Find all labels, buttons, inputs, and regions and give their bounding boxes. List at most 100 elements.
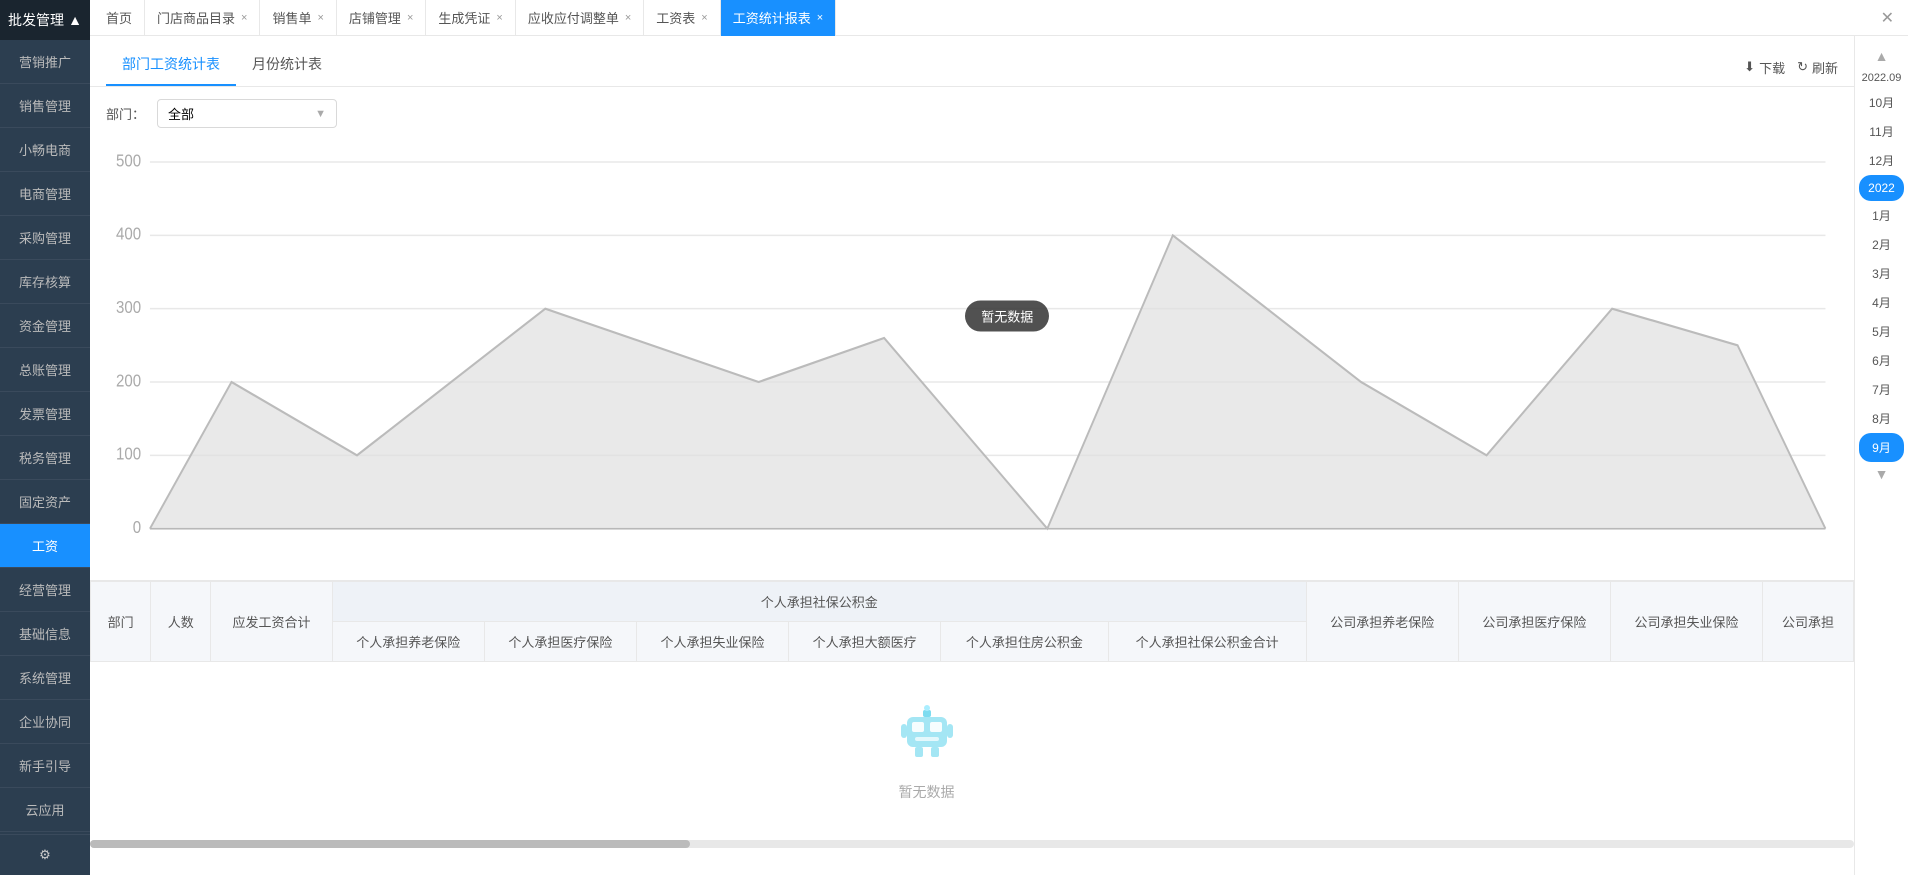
tab-close-icon[interactable]: × bbox=[701, 12, 707, 24]
col-group-personal: 个人承担社保公积金 bbox=[332, 582, 1306, 622]
tab-close-icon[interactable]: × bbox=[496, 12, 502, 24]
calendar-down-button[interactable]: ▼ bbox=[1871, 462, 1893, 486]
sidebar-item-小畅电商[interactable]: 小畅电商 bbox=[0, 128, 90, 172]
calendar-month-2月[interactable]: 2月 bbox=[1855, 230, 1908, 259]
main-area: 首页门店商品目录×销售单×店铺管理×生成凭证×应收应付调整单×工资表×工资统计报… bbox=[90, 0, 1908, 875]
sidebar: 批发管理 ▲ 营销推广销售管理小畅电商电商管理采购管理库存核算资金管理总账管理发… bbox=[0, 0, 90, 875]
wage-chart: 500 400 300 200 100 0 bbox=[106, 140, 1838, 580]
tab-生成凭证[interactable]: 生成凭证× bbox=[426, 0, 515, 36]
toolbar-actions: ⬇ 下载 ↻ 刷新 bbox=[1744, 58, 1838, 77]
settings-icon: ⚙ bbox=[39, 847, 51, 862]
svg-text:500: 500 bbox=[116, 151, 141, 170]
refresh-button[interactable]: ↻ 刷新 bbox=[1797, 58, 1838, 77]
sidebar-item-销售管理[interactable]: 销售管理 bbox=[0, 84, 90, 128]
col-company-other: 公司承担 bbox=[1763, 582, 1854, 662]
sub-tab-部门工资统计表[interactable]: 部门工资统计表 bbox=[106, 48, 236, 86]
empty-state: 暂无数据 bbox=[91, 662, 1763, 832]
chart-area: 500 400 300 200 100 0 bbox=[90, 140, 1854, 580]
sidebar-item-发票管理[interactable]: 发票管理 bbox=[0, 392, 90, 436]
tab-销售单[interactable]: 销售单× bbox=[260, 0, 336, 36]
close-all-tabs-button[interactable]: ✕ bbox=[1871, 8, 1904, 28]
sidebar-item-电商管理[interactable]: 电商管理 bbox=[0, 172, 90, 216]
sidebar-collapse-icon[interactable]: ▲ bbox=[68, 12, 82, 28]
tab-工资统计报表[interactable]: 工资统计报表× bbox=[721, 0, 836, 36]
filter-row: 部门： 全部 ▼ bbox=[90, 87, 1854, 140]
tab-应收应付调整单[interactable]: 应收应付调整单× bbox=[516, 0, 644, 36]
filter-dept-label: 部门： bbox=[106, 104, 145, 123]
tab-首页[interactable]: 首页 bbox=[94, 0, 145, 36]
calendar-month-10月[interactable]: 10月 bbox=[1855, 88, 1908, 117]
col-company-pension: 公司承担养老保险 bbox=[1306, 582, 1458, 662]
calendar-month-1月[interactable]: 1月 bbox=[1855, 201, 1908, 230]
tab-bar: 首页门店商品目录×销售单×店铺管理×生成凭证×应收应付调整单×工资表×工资统计报… bbox=[90, 0, 1908, 36]
sidebar-item-企业协同[interactable]: 企业协同 bbox=[0, 700, 90, 744]
col-personal-medical: 个人承担医疗保险 bbox=[484, 622, 636, 662]
download-label: 下载 bbox=[1759, 58, 1785, 77]
calendar-month-4月[interactable]: 4月 bbox=[1855, 288, 1908, 317]
calendar-month-7月[interactable]: 7月 bbox=[1855, 375, 1908, 404]
svg-text:0: 0 bbox=[133, 518, 141, 537]
tab-店铺管理[interactable]: 店铺管理× bbox=[337, 0, 426, 36]
col-count: 人数 bbox=[151, 582, 211, 662]
calendar-up-button[interactable]: ▲ bbox=[1871, 44, 1893, 68]
col-personal-unemployment: 个人承担失业保险 bbox=[636, 622, 788, 662]
svg-text:400: 400 bbox=[116, 225, 141, 244]
tab-close-icon[interactable]: × bbox=[407, 12, 413, 24]
wage-table: 部门 人数 应发工资合计 个人承担社保公积金 公司承担养老保险 公司承担医疗保险… bbox=[90, 581, 1854, 832]
sidebar-item-总账管理[interactable]: 总账管理 bbox=[0, 348, 90, 392]
col-personal-housing-fund: 个人承担住房公积金 bbox=[941, 622, 1108, 662]
calendar-month-5月[interactable]: 5月 bbox=[1855, 317, 1908, 346]
sub-tabs: 部门工资统计表月份统计表 ⬇ 下载 ↻ 刷新 bbox=[90, 36, 1854, 87]
sidebar-footer-settings[interactable]: ⚙ bbox=[0, 834, 90, 875]
tab-close-icon[interactable]: × bbox=[625, 12, 631, 24]
calendar-month-6月[interactable]: 6月 bbox=[1855, 346, 1908, 375]
calendar-panel: ▲ 2022.09 10月11月12月20221月2月3月4月5月6月7月8月9… bbox=[1854, 36, 1908, 875]
sidebar-item-固定资产[interactable]: 固定资产 bbox=[0, 480, 90, 524]
col-dept: 部门 bbox=[91, 582, 151, 662]
tab-close-icon[interactable]: × bbox=[817, 12, 823, 24]
download-icon: ⬇ bbox=[1744, 59, 1755, 75]
dept-select-value: 全部 bbox=[168, 104, 194, 123]
page-content: 部门工资统计表月份统计表 ⬇ 下载 ↻ 刷新 部门： 全部 ▼ bbox=[90, 36, 1854, 875]
dept-select[interactable]: 全部 ▼ bbox=[157, 99, 337, 128]
col-personal-major-medical: 个人承担大额医疗 bbox=[789, 622, 941, 662]
col-company-medical: 公司承担医疗保险 bbox=[1458, 582, 1610, 662]
sidebar-item-经营管理[interactable]: 经营管理 bbox=[0, 568, 90, 612]
table-wrapper: 部门 人数 应发工资合计 个人承担社保公积金 公司承担养老保险 公司承担医疗保险… bbox=[90, 580, 1854, 856]
tab-工资表[interactable]: 工资表× bbox=[644, 0, 720, 36]
calendar-month-9月[interactable]: 9月 bbox=[1859, 433, 1904, 462]
empty-state-icon bbox=[887, 692, 967, 772]
sub-tab-月份统计表[interactable]: 月份统计表 bbox=[236, 48, 338, 86]
calendar-month-3月[interactable]: 3月 bbox=[1855, 259, 1908, 288]
calendar-month-8月[interactable]: 8月 bbox=[1855, 404, 1908, 433]
sidebar-title: 批发管理 bbox=[8, 10, 64, 30]
calendar-year-label[interactable]: 2022.09 bbox=[1862, 68, 1902, 88]
sidebar-item-系统管理[interactable]: 系统管理 bbox=[0, 656, 90, 700]
sidebar-header[interactable]: 批发管理 ▲ bbox=[0, 0, 90, 40]
col-personal-total: 个人承担社保公积金合计 bbox=[1108, 622, 1306, 662]
svg-text:100: 100 bbox=[116, 445, 141, 464]
sidebar-item-云应用[interactable]: 云应用 bbox=[0, 788, 90, 832]
tab-门店商品目录[interactable]: 门店商品目录× bbox=[145, 0, 260, 36]
sidebar-item-工资[interactable]: 工资 bbox=[0, 524, 90, 568]
sidebar-item-采购管理[interactable]: 采购管理 bbox=[0, 216, 90, 260]
chevron-down-icon: ▼ bbox=[315, 108, 326, 120]
empty-state-text: 暂无数据 bbox=[899, 782, 955, 802]
svg-text:200: 200 bbox=[116, 371, 141, 390]
sidebar-item-资金管理[interactable]: 资金管理 bbox=[0, 304, 90, 348]
sidebar-item-营销推广[interactable]: 营销推广 bbox=[0, 40, 90, 84]
sidebar-item-税务管理[interactable]: 税务管理 bbox=[0, 436, 90, 480]
download-button[interactable]: ⬇ 下载 bbox=[1744, 58, 1785, 77]
calendar-month-12月[interactable]: 12月 bbox=[1855, 146, 1908, 175]
calendar-month-2022[interactable]: 2022 bbox=[1859, 175, 1904, 201]
refresh-label: 刷新 bbox=[1812, 58, 1838, 77]
calendar-month-11月[interactable]: 11月 bbox=[1855, 117, 1908, 146]
tab-close-icon[interactable]: × bbox=[241, 12, 247, 24]
svg-text:300: 300 bbox=[116, 298, 141, 317]
content-area: 部门工资统计表月份统计表 ⬇ 下载 ↻ 刷新 部门： 全部 ▼ bbox=[90, 36, 1908, 875]
sidebar-item-新手引导[interactable]: 新手引导 bbox=[0, 744, 90, 788]
sidebar-item-库存核算[interactable]: 库存核算 bbox=[0, 260, 90, 304]
sidebar-item-基础信息[interactable]: 基础信息 bbox=[0, 612, 90, 656]
tab-close-icon[interactable]: × bbox=[317, 12, 323, 24]
table-scrollbar[interactable] bbox=[90, 832, 1854, 856]
